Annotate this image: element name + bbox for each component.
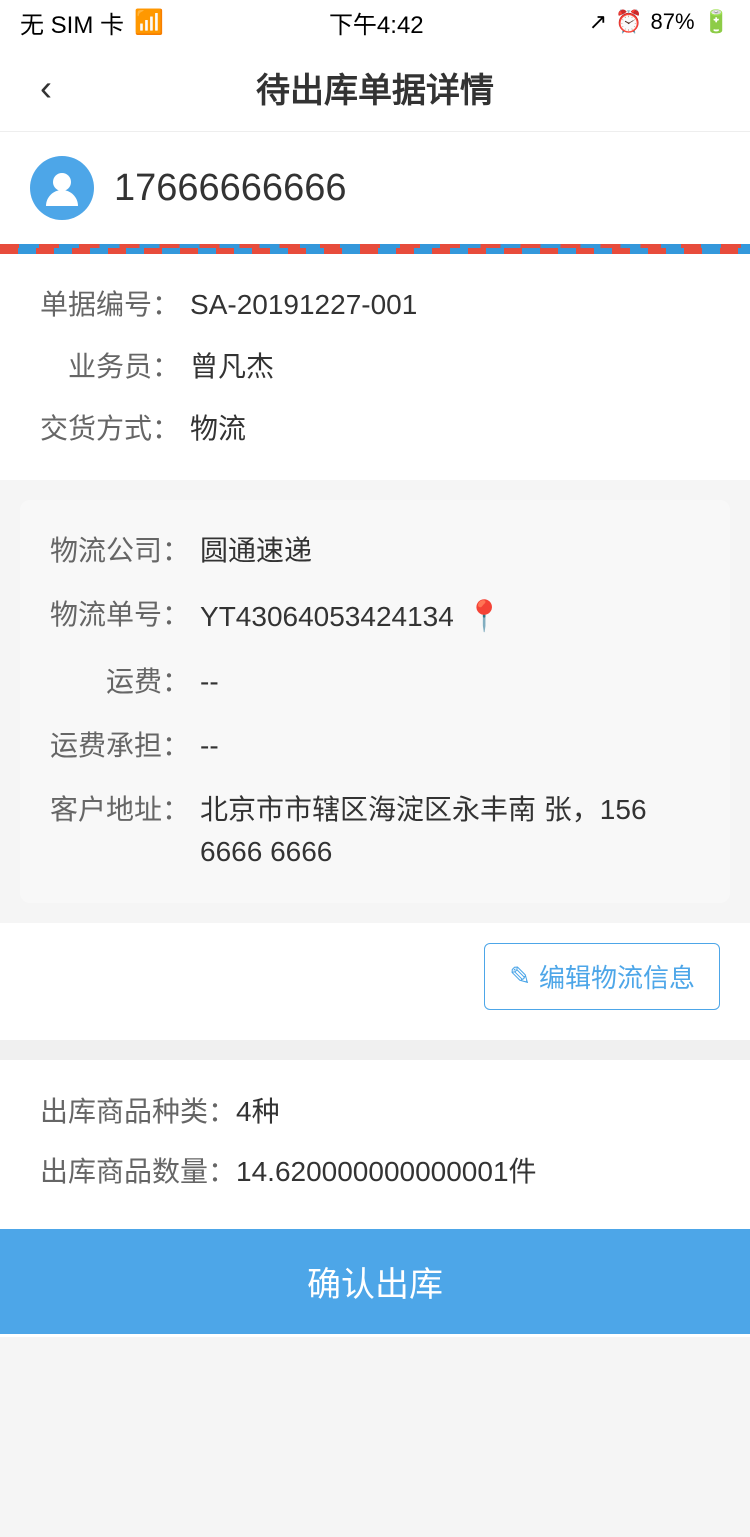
freight-bearer-value: -- xyxy=(200,725,700,767)
delivery-row: 交货方式： 物流 xyxy=(40,408,710,450)
carrier-text: 无 SIM 卡 xyxy=(20,5,124,40)
back-button[interactable]: ‹ xyxy=(30,57,62,119)
logistics-company-label: 物流公司： xyxy=(50,530,190,572)
avatar xyxy=(30,156,94,220)
edit-icon: ✎ xyxy=(509,961,531,992)
goods-type-value: 4种 xyxy=(236,1090,280,1130)
map-pin-icon[interactable]: 📍 xyxy=(466,594,503,639)
customer-header: 17666666666 xyxy=(0,132,750,248)
document-info-section: 单据编号： SA-20191227-001 业务员： 曾凡杰 交货方式： 物流 xyxy=(0,254,750,480)
logistics-tracking-row: 物流单号： YT43064053424134 📍 xyxy=(50,594,700,639)
location-arrow-icon: ↗ xyxy=(589,9,607,35)
bottom-spacer xyxy=(0,1337,750,1537)
nav-bar: ‹ 待出库单据详情 xyxy=(0,44,750,132)
document-number-value: SA-20191227-001 xyxy=(190,284,710,326)
customer-phone: 17666666666 xyxy=(114,167,346,210)
alarm-icon: ⏰ xyxy=(615,9,642,35)
logistics-company-value: 圆通速递 xyxy=(200,530,700,572)
person-icon xyxy=(42,168,82,208)
edit-logistics-button[interactable]: ✎ 编辑物流信息 xyxy=(484,943,720,1010)
goods-quantity-value: 14.620000000000001件 xyxy=(236,1150,537,1190)
freight-row: 运费： -- xyxy=(50,661,700,703)
salesperson-value: 曾凡杰 xyxy=(190,346,710,388)
wifi-icon: 📶 xyxy=(134,8,164,37)
status-bar: 无 SIM 卡 📶 下午4:42 ↗ ⏰ 87% 🔋 xyxy=(0,0,750,44)
confirm-outbound-button[interactable]: 确认出库 xyxy=(0,1229,750,1334)
delivery-label: 交货方式： xyxy=(40,408,180,450)
document-number-label: 单据编号： xyxy=(40,284,180,326)
goods-quantity-row: 出库商品数量： 14.620000000000001件 xyxy=(40,1150,710,1190)
status-right: ↗ ⏰ 87% 🔋 xyxy=(589,9,730,35)
freight-bearer-row: 运费承担： -- xyxy=(50,725,700,767)
logistics-company-row: 物流公司： 圆通速递 xyxy=(50,530,700,572)
address-label: 客户地址： xyxy=(50,789,190,831)
page-title: 待出库单据详情 xyxy=(256,63,494,112)
salesperson-row: 业务员： 曾凡杰 xyxy=(40,346,710,388)
logistics-card: 物流公司： 圆通速递 物流单号： YT43064053424134 📍 运费： … xyxy=(20,500,730,903)
section-divider xyxy=(0,1040,750,1060)
status-left: 无 SIM 卡 📶 xyxy=(20,5,164,40)
goods-type-label: 出库商品种类： xyxy=(40,1090,236,1130)
confirm-btn-label: 确认出库 xyxy=(307,1266,443,1304)
document-number-row: 单据编号： SA-20191227-001 xyxy=(40,284,710,326)
status-time: 下午4:42 xyxy=(329,5,424,40)
battery-text: 87% xyxy=(651,9,695,35)
address-value: 北京市市辖区海淀区永丰南 张，156 6666 6666 xyxy=(200,789,700,873)
logistics-tracking-value: YT43064053424134 📍 xyxy=(200,594,700,639)
address-row: 客户地址： 北京市市辖区海淀区永丰南 张，156 6666 6666 xyxy=(50,789,700,873)
battery-icon: 🔋 xyxy=(703,9,730,35)
freight-label: 运费： xyxy=(50,661,190,703)
logistics-tracking-label: 物流单号： xyxy=(50,594,190,636)
goods-quantity-label: 出库商品数量： xyxy=(40,1150,236,1190)
edit-btn-label: 编辑物流信息 xyxy=(539,958,695,995)
delivery-value: 物流 xyxy=(190,408,710,450)
goods-section: 出库商品种类： 4种 出库商品数量： 14.620000000000001件 xyxy=(0,1060,750,1220)
edit-btn-container: ✎ 编辑物流信息 xyxy=(0,923,750,1040)
salesperson-label: 业务员： xyxy=(40,346,180,388)
goods-type-row: 出库商品种类： 4种 xyxy=(40,1090,710,1130)
freight-bearer-label: 运费承担： xyxy=(50,725,190,767)
freight-value: -- xyxy=(200,661,700,703)
